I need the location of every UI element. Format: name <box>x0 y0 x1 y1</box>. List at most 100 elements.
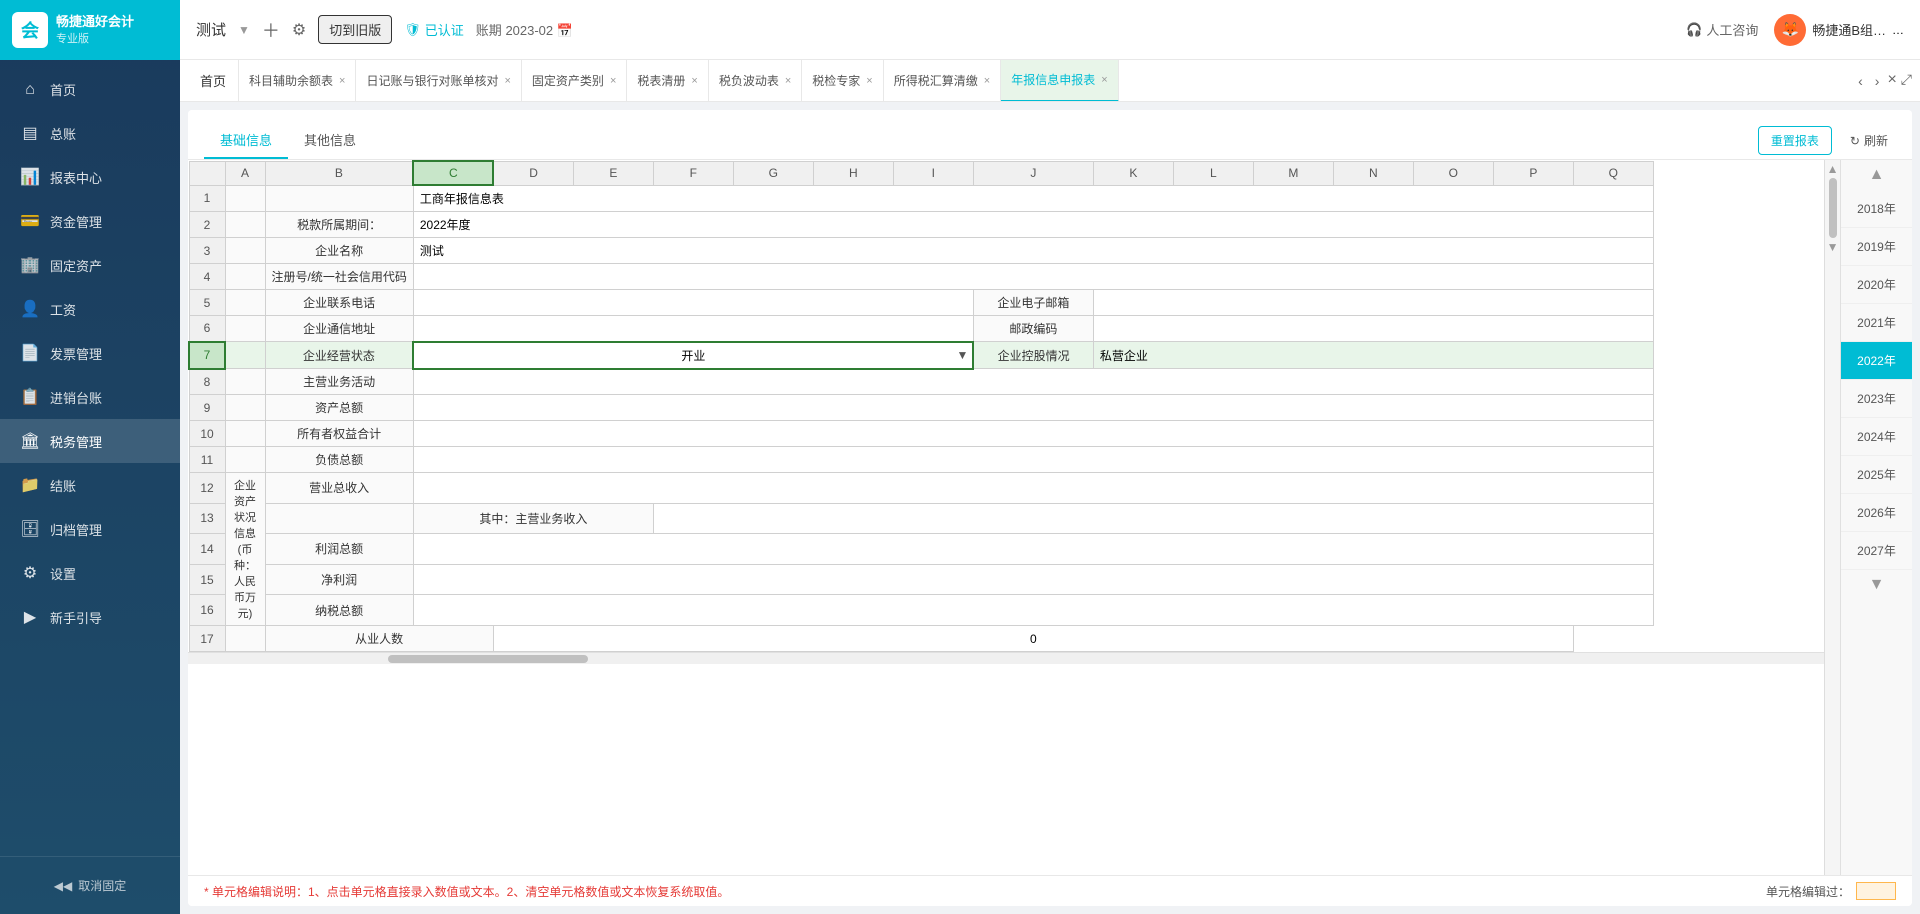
cell-d17[interactable]: 0 <box>493 626 1573 652</box>
cell-a11[interactable] <box>225 447 265 473</box>
cell-a9[interactable] <box>225 395 265 421</box>
cell-f13[interactable] <box>653 503 1653 534</box>
cell-a3[interactable] <box>225 238 265 264</box>
tab-close-icon[interactable]: × <box>339 75 345 87</box>
tab-prev-button[interactable]: ‹ <box>1854 71 1867 91</box>
cell-c12[interactable] <box>413 473 1653 504</box>
col-header-g[interactable]: G <box>733 161 813 185</box>
sidebar-item-salary[interactable]: 👤 工资 <box>0 287 180 331</box>
tab-close-icon[interactable]: × <box>866 75 872 87</box>
cell-a17[interactable] <box>225 626 265 652</box>
col-header-i[interactable]: I <box>893 161 973 185</box>
cell-c4[interactable] <box>413 264 1653 290</box>
cell-a2[interactable] <box>225 212 265 238</box>
topbar-dropdown-arrow[interactable]: ▼ <box>238 23 250 37</box>
tab-annual-report[interactable]: 年报信息申报表 × <box>1001 60 1118 102</box>
cell-c2[interactable]: 2022年度 <box>413 212 1653 238</box>
sidebar-item-ledger[interactable]: ▤ 总账 <box>0 111 180 155</box>
sidebar-item-fixed-assets[interactable]: 🏢 固定资产 <box>0 243 180 287</box>
cell-a1[interactable] <box>225 185 265 212</box>
col-header-l[interactable]: L <box>1173 161 1253 185</box>
col-header-o[interactable]: O <box>1413 161 1493 185</box>
subtab-other-info[interactable]: 其他信息 <box>288 122 372 159</box>
tab-tax-list[interactable]: 税表清册 × <box>627 60 708 102</box>
sidebar-item-tax[interactable]: 🏛 税务管理 <box>0 419 180 463</box>
year-item-2019[interactable]: 2019年 <box>1841 228 1912 266</box>
hscroll-thumb[interactable] <box>388 655 588 663</box>
year-item-2018[interactable]: 2018年 <box>1841 190 1912 228</box>
year-scroll-up[interactable]: ▲ <box>1841 160 1912 190</box>
refresh-button[interactable]: ↻ 刷新 <box>1842 126 1896 155</box>
tab-close-all-button[interactable]: × <box>1887 71 1896 91</box>
sidebar-item-guide[interactable]: ▶ 新手引导 <box>0 595 180 639</box>
year-item-2023[interactable]: 2023年 <box>1841 380 1912 418</box>
tab-close-icon[interactable]: × <box>785 75 791 87</box>
year-item-2026[interactable]: 2026年 <box>1841 494 1912 532</box>
scroll-up-button[interactable]: ▲ <box>1827 162 1839 176</box>
sidebar-item-archive[interactable]: 🗄 归档管理 <box>0 507 180 551</box>
cell-k7[interactable]: 私营企业 <box>1093 342 1653 369</box>
cell-a7[interactable] <box>225 342 265 369</box>
year-item-2027[interactable]: 2027年 <box>1841 532 1912 570</box>
year-item-2021[interactable]: 2021年 <box>1841 304 1912 342</box>
col-header-k[interactable]: K <box>1093 161 1173 185</box>
cancel-fixed-button[interactable]: ◀◀ 取消固定 <box>0 867 180 904</box>
tab-close-icon[interactable]: × <box>504 75 510 87</box>
tab-expand-button[interactable]: ⤢ <box>1901 71 1912 91</box>
tab-bank-reconcile[interactable]: 日记账与银行对账单核对 × <box>356 60 521 102</box>
sidebar-item-inout[interactable]: 📋 进销台账 <box>0 375 180 419</box>
tab-income-tax[interactable]: 所得税汇算清缴 × <box>884 60 1001 102</box>
tab-close-icon[interactable]: × <box>984 75 990 87</box>
reset-button[interactable]: 重置报表 <box>1758 126 1832 155</box>
vscroll-thumb[interactable] <box>1829 178 1837 238</box>
cell-b1[interactable] <box>265 185 413 212</box>
tab-close-icon[interactable]: × <box>610 75 616 87</box>
tab-fixed-category[interactable]: 固定资产类别 × <box>522 60 627 102</box>
col-header-n[interactable]: N <box>1333 161 1413 185</box>
cell-c5[interactable] <box>413 290 973 316</box>
subtab-basic-info[interactable]: 基础信息 <box>204 122 288 159</box>
cell-c7-dropdown[interactable]: 开业 ▼ <box>413 342 973 369</box>
cell-c8[interactable] <box>413 369 1653 395</box>
cell-c15[interactable] <box>413 564 1653 595</box>
col-header-j[interactable]: J <box>973 161 1093 185</box>
tab-tax-inspection[interactable]: 税检专家 × <box>802 60 883 102</box>
col-header-h[interactable]: H <box>813 161 893 185</box>
col-header-d[interactable]: D <box>493 161 573 185</box>
tab-close-icon[interactable]: × <box>1101 74 1107 86</box>
topbar-settings-button[interactable]: ⚙ <box>292 20 306 40</box>
spreadsheet-container[interactable]: A B C D E F G H I J K L <box>188 160 1824 875</box>
year-item-2025[interactable]: 2025年 <box>1841 456 1912 494</box>
cell-c11[interactable] <box>413 447 1653 473</box>
horizontal-scrollbar[interactable] <box>188 652 1824 664</box>
col-header-p[interactable]: P <box>1493 161 1573 185</box>
cell-c14[interactable] <box>413 534 1653 565</box>
sidebar-item-invoice[interactable]: 📄 发票管理 <box>0 331 180 375</box>
tab-tax-fluctuation[interactable]: 税负波动表 × <box>709 60 802 102</box>
sidebar-item-home[interactable]: ⌂ 首页 <box>0 68 180 111</box>
cell-c10[interactable] <box>413 421 1653 447</box>
cell-c9[interactable] <box>413 395 1653 421</box>
year-item-2024[interactable]: 2024年 <box>1841 418 1912 456</box>
col-header-a[interactable]: A <box>225 161 265 185</box>
cell-k6[interactable] <box>1093 316 1653 342</box>
cell-a10[interactable] <box>225 421 265 447</box>
year-scroll-down[interactable]: ▼ <box>1841 570 1912 600</box>
col-header-c[interactable]: C <box>413 161 493 185</box>
tab-close-icon[interactable]: × <box>691 75 697 87</box>
cell-a5[interactable] <box>225 290 265 316</box>
sidebar-item-closing[interactable]: 📁 结账 <box>0 463 180 507</box>
cell-c6[interactable] <box>413 316 973 342</box>
topbar-add-button[interactable]: ＋ <box>262 17 280 43</box>
scroll-down-button[interactable]: ▼ <box>1827 240 1839 254</box>
col-header-e[interactable]: E <box>573 161 653 185</box>
sidebar-item-settings[interactable]: ⚙ 设置 <box>0 551 180 595</box>
year-item-2022[interactable]: 2022年 <box>1841 342 1912 380</box>
tab-next-button[interactable]: › <box>1871 71 1884 91</box>
cell-a8[interactable] <box>225 369 265 395</box>
col-header-m[interactable]: M <box>1253 161 1333 185</box>
user-menu[interactable]: 🦊 畅捷通B组… … <box>1774 14 1904 46</box>
year-item-2020[interactable]: 2020年 <box>1841 266 1912 304</box>
cell-a6[interactable] <box>225 316 265 342</box>
sidebar-item-report[interactable]: 📊 报表中心 <box>0 155 180 199</box>
